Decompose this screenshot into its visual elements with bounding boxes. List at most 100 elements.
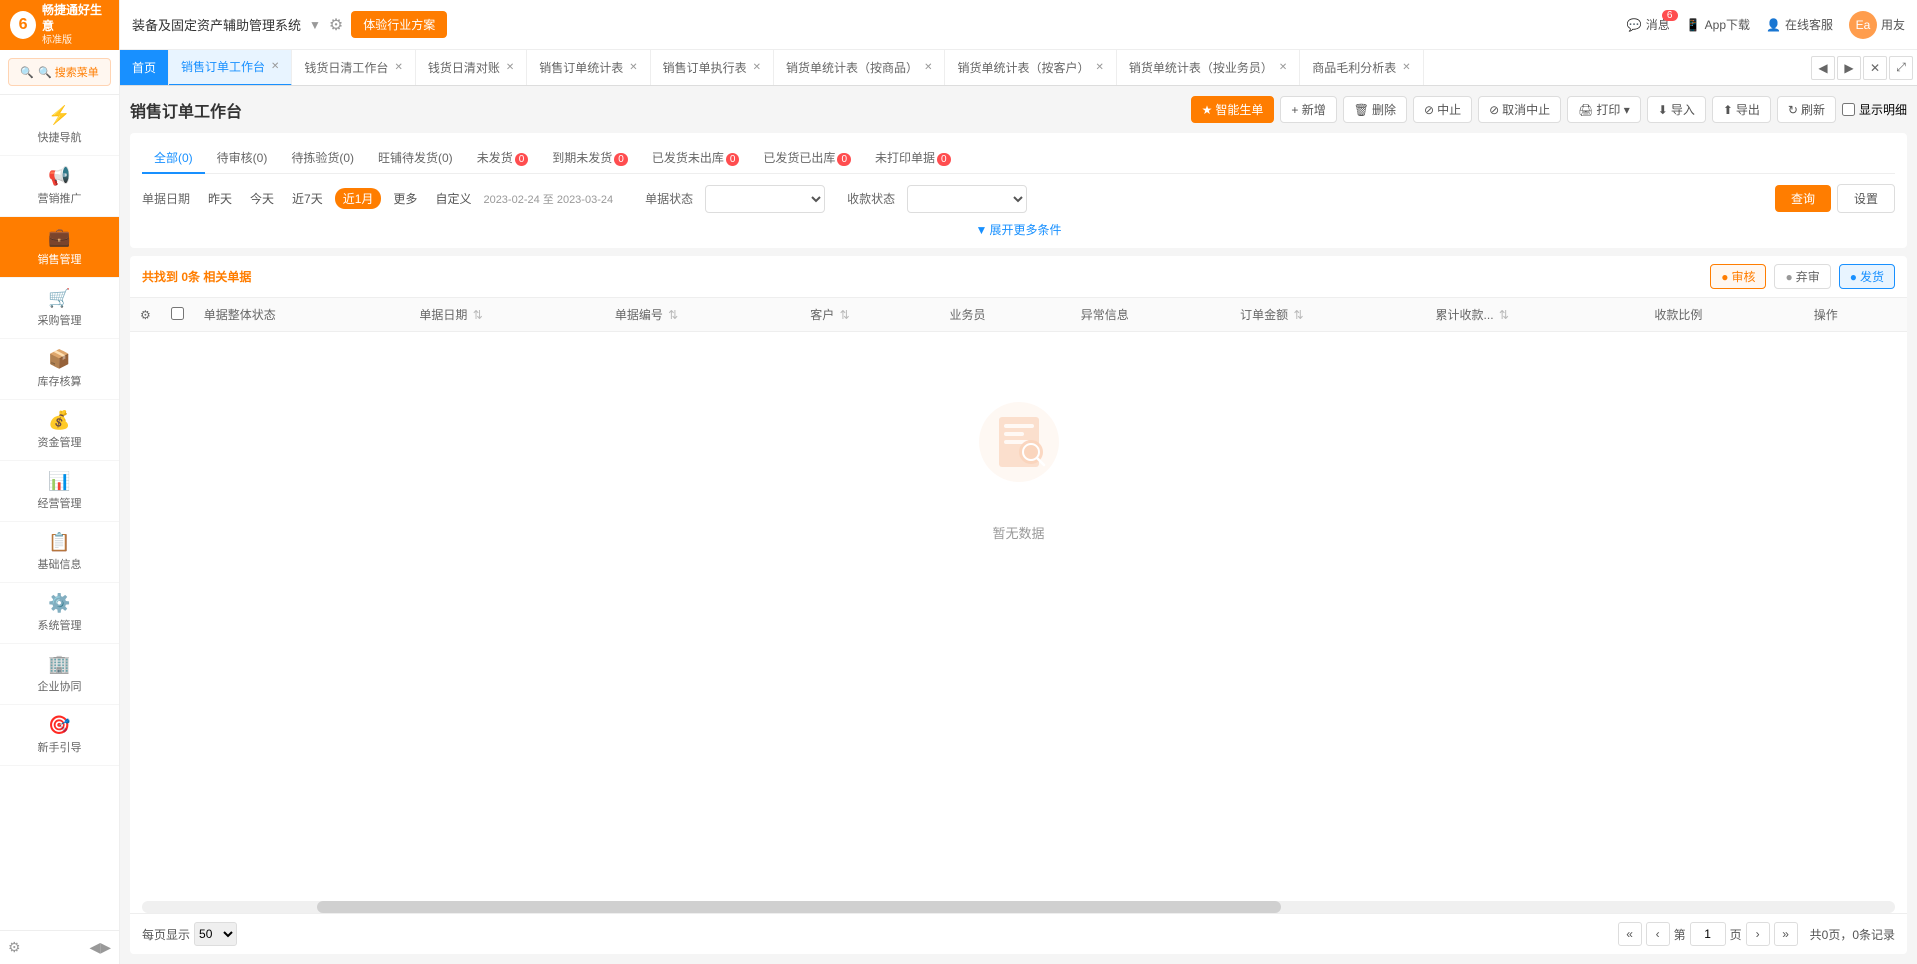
page-last-btn[interactable]: » (1774, 922, 1798, 946)
col-status[interactable]: 单据整体状态 (194, 298, 410, 332)
tab-cash-reconcile[interactable]: 钱货日清对账 ✕ (416, 50, 527, 86)
filter-tab-shipped-out[interactable]: 已发货已出库0 (751, 143, 863, 174)
tab-close-gross-profit[interactable]: ✕ (1402, 62, 1410, 73)
stop-button[interactable]: ⊘ 中止 (1413, 96, 1472, 123)
settings-footer-btn[interactable]: ⚙ (8, 939, 21, 956)
tab-close-sales-exec[interactable]: ✕ (753, 62, 761, 73)
tab-close-cash-daily[interactable]: ✕ (394, 62, 402, 73)
sidebar-item-system[interactable]: ⚙️ 系统管理 (0, 583, 119, 644)
payment-select[interactable] (907, 185, 1027, 213)
refresh-button[interactable]: ↻ 刷新 (1777, 96, 1836, 123)
audit-button[interactable]: ● 审核 (1710, 264, 1766, 289)
sidebar-item-basic-info[interactable]: 📋 基础信息 (0, 522, 119, 583)
sidebar-item-enterprise[interactable]: 🏢 企业协同 (0, 644, 119, 705)
sidebar-item-inventory[interactable]: 📦 库存核算 (0, 339, 119, 400)
collapse-btn[interactable]: ◀▶ (89, 939, 111, 956)
filter-tab-all[interactable]: 全部(0) (142, 143, 205, 174)
import-button[interactable]: ⬇ 导入 (1647, 96, 1706, 123)
date-btn-today[interactable]: 今天 (244, 188, 280, 209)
tab-sales-by-product[interactable]: 销货单统计表（按商品） ✕ (774, 50, 945, 86)
user-item[interactable]: Ea 用友 (1849, 11, 1905, 39)
tab-sales-exec[interactable]: 销售订单执行表 ✕ (651, 50, 774, 86)
tab-sales-by-customer[interactable]: 销货单统计表（按客户） ✕ (945, 50, 1116, 86)
tab-close-by-staff[interactable]: ✕ (1279, 62, 1287, 73)
col-customer[interactable]: 客户 ⇅ (800, 298, 939, 332)
date-btn-yesterday[interactable]: 昨天 (202, 188, 238, 209)
cancel-stop-button[interactable]: ⊘ 取消中止 (1478, 96, 1561, 123)
sidebar-item-quick-nav[interactable]: ⚡ 快捷导航 (0, 95, 119, 156)
tab-maximize[interactable]: ⤢ (1889, 56, 1913, 80)
app-download-item[interactable]: 📱 App下载 (1686, 16, 1750, 33)
filter-tab-not-shipped[interactable]: 未发货0 (465, 143, 541, 174)
tab-scroll-right[interactable]: ▶ (1837, 56, 1861, 80)
filter-tab-shop-pending[interactable]: 旺铺待发货(0) (366, 143, 465, 174)
page-input[interactable] (1690, 922, 1726, 946)
filter-tab-shipped-not-out[interactable]: 已发货未出库0 (640, 143, 752, 174)
show-detail-label[interactable]: 显示明细 (1842, 101, 1907, 118)
filter-tabs: 全部(0) 待审核(0) 待拣验货(0) 旺铺待发货(0) 未发货0 到期未发货… (142, 143, 1895, 174)
messages-item[interactable]: 💬 消息 6 (1627, 16, 1670, 33)
tab-home[interactable]: 首页 (120, 50, 169, 86)
filter-tab-pending-audit[interactable]: 待审核(0) (205, 143, 280, 174)
sidebar-item-guide[interactable]: 🎯 新手引导 (0, 705, 119, 766)
col-number[interactable]: 单据编号 ⇅ (605, 298, 800, 332)
col-amount[interactable]: 订单金额 ⇅ (1230, 298, 1425, 332)
tab-scroll-left[interactable]: ◀ (1811, 56, 1835, 80)
tab-close-by-product[interactable]: ✕ (924, 62, 932, 73)
filter-tab-not-printed[interactable]: 未打印单据0 (863, 143, 963, 174)
date-btn-1month[interactable]: 近1月 (335, 188, 382, 209)
horizontal-scroll-thumb[interactable] (317, 901, 1281, 913)
select-all-checkbox[interactable] (171, 307, 184, 320)
sidebar-item-finance[interactable]: 💰 资金管理 (0, 400, 119, 461)
print-button[interactable]: 🖨 打印 ▾ (1567, 96, 1641, 123)
export-button[interactable]: ⬆ 导出 (1712, 96, 1771, 123)
online-service-item[interactable]: 👤 在线客服 (1766, 16, 1833, 33)
tab-gross-profit[interactable]: 商品毛利分析表 ✕ (1300, 50, 1423, 86)
col-collected[interactable]: 累计收款... ⇅ (1426, 298, 1645, 332)
page-first-btn[interactable]: « (1618, 922, 1642, 946)
tab-close-cash-reconcile[interactable]: ✕ (506, 62, 514, 73)
tab-close-sales-stats[interactable]: ✕ (629, 62, 637, 73)
header-dropdown-icon[interactable]: ▼ (309, 18, 321, 32)
set-button[interactable]: 设置 (1837, 184, 1895, 213)
smart-create-button[interactable]: ★ 智能生单 (1191, 96, 1275, 123)
col-staff[interactable]: 业务员 (939, 298, 1070, 332)
sidebar-item-sales[interactable]: 💼 销售管理 (0, 217, 119, 278)
horizontal-scrollbar[interactable] (142, 901, 1895, 913)
add-button[interactable]: + 新增 (1280, 96, 1336, 123)
delete-button[interactable]: 🗑 删除 (1343, 96, 1407, 123)
filter-tab-pending-inspect[interactable]: 待拣验货(0) (279, 143, 366, 174)
sidebar-item-operations[interactable]: 📊 经营管理 (0, 461, 119, 522)
expand-conditions-button[interactable]: ▼ 展开更多条件 (976, 221, 1062, 238)
col-date[interactable]: 单据日期 ⇅ (409, 298, 604, 332)
col-settings[interactable]: ⚙ (130, 298, 161, 332)
tab-sales-by-staff[interactable]: 销货单统计表（按业务员） ✕ (1117, 50, 1300, 86)
experience-button[interactable]: 体验行业方案 (351, 11, 447, 38)
ship-button[interactable]: ● 发货 (1839, 264, 1895, 289)
tab-close-all[interactable]: ✕ (1863, 56, 1887, 80)
tab-close-by-customer[interactable]: ✕ (1095, 62, 1103, 73)
revoke-button[interactable]: ● 弃审 (1774, 264, 1830, 289)
date-btn-7days[interactable]: 近7天 (286, 188, 329, 209)
sidebar-item-marketing[interactable]: 📢 营销推广 (0, 156, 119, 217)
tab-cash-daily[interactable]: 钱货日清工作台 ✕ (292, 50, 415, 86)
sidebar-item-purchase[interactable]: 🛒 采购管理 (0, 278, 119, 339)
filter-tab-expired[interactable]: 到期未发货0 (540, 143, 640, 174)
page-prev-btn[interactable]: ‹ (1646, 922, 1670, 946)
date-btn-custom[interactable]: 自定义 (429, 188, 477, 209)
page-size-select[interactable]: 50 100 200 (194, 922, 237, 946)
col-ratio[interactable]: 收款比例 (1644, 298, 1803, 332)
tab-sales-workbench[interactable]: 销售订单工作台 ✕ (169, 50, 292, 86)
logo-text: 畅捷通好生意 标准版 (42, 3, 109, 47)
search-menu-button[interactable]: 🔍 🔍 搜索菜单 (8, 58, 111, 86)
query-button[interactable]: 查询 (1775, 185, 1831, 212)
status-select[interactable] (705, 185, 825, 213)
table-scroll[interactable]: ⚙ 单据整体状态 单据日期 ⇅ (130, 298, 1907, 901)
show-detail-checkbox[interactable] (1842, 103, 1855, 116)
header-settings-icon[interactable]: ⚙ (329, 15, 343, 35)
page-next-btn[interactable]: › (1746, 922, 1770, 946)
tab-sales-stats[interactable]: 销售订单统计表 ✕ (527, 50, 650, 86)
col-abnormal[interactable]: 异常信息 (1071, 298, 1230, 332)
date-btn-more[interactable]: 更多 (387, 188, 423, 209)
tab-close-sales-workbench[interactable]: ✕ (271, 61, 279, 72)
